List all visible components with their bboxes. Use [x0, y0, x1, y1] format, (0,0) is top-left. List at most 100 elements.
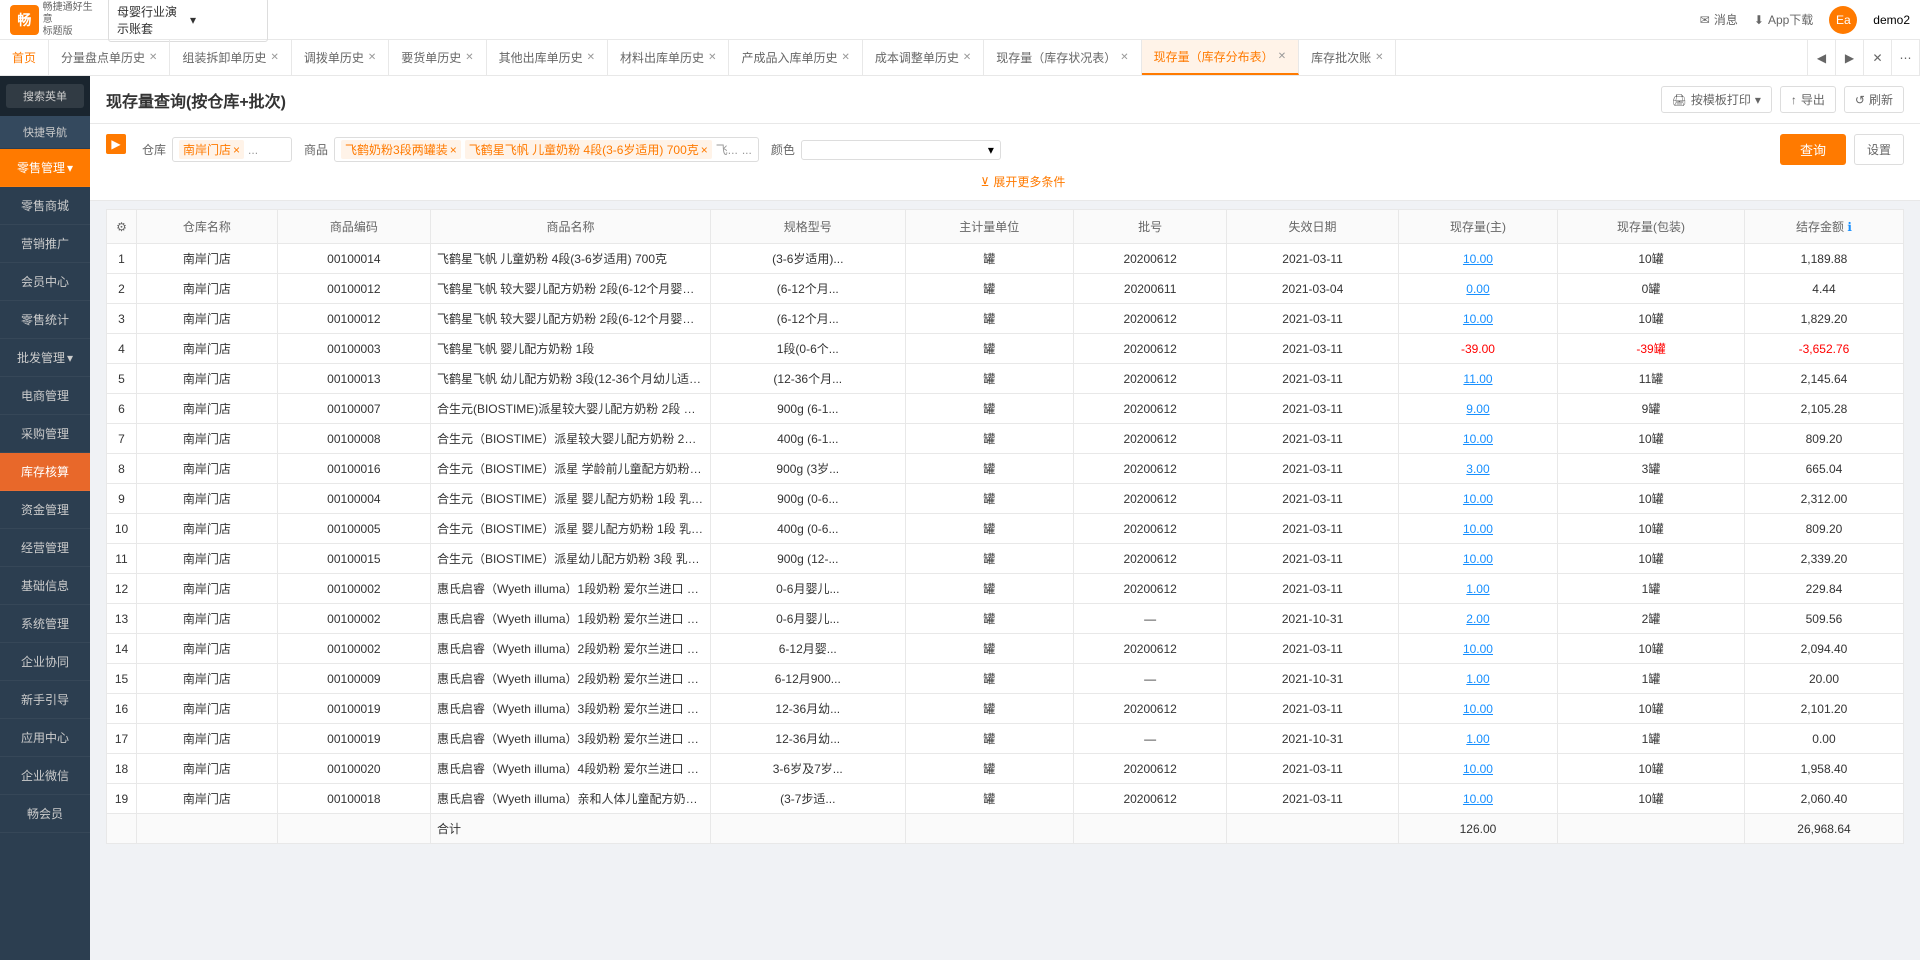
- table-row: 2 南岸门店 00100012 飞鹤星飞帆 较大婴儿配方奶粉 2段(6-12个月…: [107, 274, 1904, 304]
- warehouse-tag-container[interactable]: 南岸门店 × ...: [172, 137, 292, 162]
- row-batch: 20200612: [1074, 334, 1227, 364]
- row-qty-main[interactable]: 10.00: [1398, 694, 1557, 724]
- tab-require-history[interactable]: 要货单历史 ✕: [389, 40, 486, 75]
- sidebar-item-finance[interactable]: 资金管理: [0, 491, 90, 529]
- refresh-btn[interactable]: ↺ 刷新: [1844, 86, 1904, 113]
- sidebar-item-business[interactable]: 经营管理: [0, 529, 90, 567]
- tab-close-all-btn[interactable]: ✕: [1864, 40, 1892, 76]
- query-btn[interactable]: 查询: [1780, 134, 1846, 165]
- close-icon[interactable]: ✕: [1278, 51, 1286, 62]
- sidebar-item-enterprise[interactable]: 企业协同: [0, 643, 90, 681]
- tab-next-btn[interactable]: ▶: [1836, 40, 1864, 76]
- sidebar-item-ecommerce[interactable]: 电商管理: [0, 377, 90, 415]
- row-qty-main[interactable]: 1.00: [1398, 664, 1557, 694]
- tab-cost-adjust[interactable]: 成本调整单历史 ✕: [863, 40, 984, 75]
- sidebar-item-app-center[interactable]: 应用中心: [0, 719, 90, 757]
- close-icon[interactable]: ✕: [963, 52, 971, 63]
- export-icon: ↑: [1791, 93, 1797, 107]
- row-qty-main[interactable]: 10.00: [1398, 634, 1557, 664]
- sidebar-item-retail-shop[interactable]: 零售商城: [0, 187, 90, 225]
- row-qty-main[interactable]: 10.00: [1398, 424, 1557, 454]
- avatar[interactable]: Ea: [1829, 6, 1857, 34]
- row-qty-main[interactable]: 1.00: [1398, 724, 1557, 754]
- tab-stock-dist[interactable]: 现存量（库存分布表） ✕: [1142, 40, 1299, 75]
- row-batch: —: [1074, 664, 1227, 694]
- row-qty-main[interactable]: 10.00: [1398, 544, 1557, 574]
- tab-label: 现存量（库存状况表）: [996, 49, 1116, 66]
- row-qty-main[interactable]: 10.00: [1398, 244, 1557, 274]
- tab-product-in[interactable]: 产成品入库单历史 ✕: [729, 40, 862, 75]
- tab-prev-btn[interactable]: ◀: [1808, 40, 1836, 76]
- warehouse-more[interactable]: ...: [248, 143, 258, 157]
- sidebar-item-inventory[interactable]: 库存核算: [0, 453, 90, 491]
- row-no: 1: [107, 244, 137, 274]
- search-menu-btn[interactable]: 搜索英单: [6, 84, 84, 108]
- color-tag-container[interactable]: ▾: [801, 140, 1001, 160]
- close-icon[interactable]: ✕: [465, 52, 473, 63]
- product-tag-container[interactable]: 飞鹤奶粉3段两罐装 × 飞鹤星飞帆 儿童奶粉 4段(3-6岁适用) 700克 ×…: [334, 137, 759, 162]
- close-icon[interactable]: ✕: [368, 52, 376, 63]
- row-batch: —: [1074, 724, 1227, 754]
- row-amount: 1,189.88: [1744, 244, 1903, 274]
- row-qty-main[interactable]: 10.00: [1398, 784, 1557, 814]
- close-icon[interactable]: ✕: [1375, 52, 1383, 63]
- tab-disassemble-history[interactable]: 组装拆卸单历史 ✕: [170, 40, 291, 75]
- close-icon[interactable]: ✕: [1120, 52, 1128, 63]
- close-icon[interactable]: ✕: [270, 52, 278, 63]
- row-batch: 20200612: [1074, 634, 1227, 664]
- tab-other-out[interactable]: 其他出库单历史 ✕: [487, 40, 608, 75]
- org-selector[interactable]: 母婴行业演示账套 ▾: [108, 0, 268, 42]
- close-icon[interactable]: ✕: [587, 52, 595, 63]
- tab-stock-status[interactable]: 现存量（库存状况表） ✕: [984, 40, 1141, 75]
- sidebar-item-marketing[interactable]: 营销推广: [0, 225, 90, 263]
- message-btn[interactable]: ✉ 消息: [1700, 11, 1738, 28]
- app-download-btn[interactable]: ⬇ App下载: [1754, 11, 1813, 28]
- tab-material-out[interactable]: 材料出库单历史 ✕: [608, 40, 729, 75]
- row-name: 惠氏启睿（Wyeth illuma）3段奶粉 爱尔兰进口 12-36月...: [430, 724, 710, 754]
- quick-nav-btn[interactable]: 快捷导航: [0, 116, 90, 149]
- row-qty-main[interactable]: 10.00: [1398, 754, 1557, 784]
- row-qty-main[interactable]: 0.00: [1398, 274, 1557, 304]
- sidebar-item-retail[interactable]: 零售管理 ▾: [0, 149, 90, 187]
- expand-more-btn[interactable]: ⊻ 展开更多条件: [142, 173, 1904, 190]
- tab-more-btn[interactable]: ⋯: [1892, 40, 1920, 76]
- row-qty-main[interactable]: 10.00: [1398, 484, 1557, 514]
- row-qty-main[interactable]: 1.00: [1398, 574, 1557, 604]
- row-no: 11: [107, 544, 137, 574]
- sidebar-item-members[interactable]: 会员中心: [0, 263, 90, 301]
- sidebar-item-system[interactable]: 系统管理: [0, 605, 90, 643]
- tab-mix-history[interactable]: 调拨单历史 ✕: [292, 40, 389, 75]
- row-qty-pkg: 1罐: [1558, 664, 1745, 694]
- sidebar-item-guide[interactable]: 新手引导: [0, 681, 90, 719]
- col-settings[interactable]: ⚙: [107, 210, 137, 244]
- settings-btn[interactable]: 设置: [1854, 134, 1904, 165]
- tab-home[interactable]: 首页: [0, 40, 49, 75]
- sidebar-item-wholesale[interactable]: 批发管理 ▾: [0, 339, 90, 377]
- remove-product-tag-2[interactable]: ×: [701, 143, 708, 157]
- row-qty-main[interactable]: 11.00: [1398, 364, 1557, 394]
- expand-filter-btn[interactable]: ▶: [106, 134, 126, 154]
- remove-product-tag-1[interactable]: ×: [450, 143, 457, 157]
- row-qty-main[interactable]: -39.00: [1398, 334, 1557, 364]
- sidebar-item-enterprise-micro[interactable]: 企业微信: [0, 757, 90, 795]
- sidebar-item-purchase[interactable]: 采购管理: [0, 415, 90, 453]
- row-qty-main[interactable]: 10.00: [1398, 304, 1557, 334]
- filter-fields: 仓库 南岸门店 × ... 商品 飞鹤奶: [142, 134, 1904, 190]
- close-icon[interactable]: ✕: [841, 52, 849, 63]
- print-btn[interactable]: 🖨 按模板打印 ▾: [1661, 86, 1772, 113]
- row-qty-main[interactable]: 10.00: [1398, 514, 1557, 544]
- row-qty-main[interactable]: 9.00: [1398, 394, 1557, 424]
- row-qty-main[interactable]: 2.00: [1398, 604, 1557, 634]
- settings-icon[interactable]: ⚙: [114, 219, 130, 235]
- sidebar-item-stats[interactable]: 零售统计: [0, 301, 90, 339]
- product-more-dots[interactable]: ...: [742, 143, 752, 157]
- export-btn[interactable]: ↑ 导出: [1780, 86, 1836, 113]
- close-icon[interactable]: ✕: [708, 52, 716, 63]
- tab-batch-voucher[interactable]: 库存批次账 ✕: [1299, 40, 1396, 75]
- sidebar-item-member-vip[interactable]: 畅会员: [0, 795, 90, 833]
- sidebar-item-basic[interactable]: 基础信息: [0, 567, 90, 605]
- tab-split-history[interactable]: 分量盘点单历史 ✕: [49, 40, 170, 75]
- remove-warehouse-tag[interactable]: ×: [233, 143, 240, 157]
- row-qty-main[interactable]: 3.00: [1398, 454, 1557, 484]
- close-icon[interactable]: ✕: [149, 52, 157, 63]
